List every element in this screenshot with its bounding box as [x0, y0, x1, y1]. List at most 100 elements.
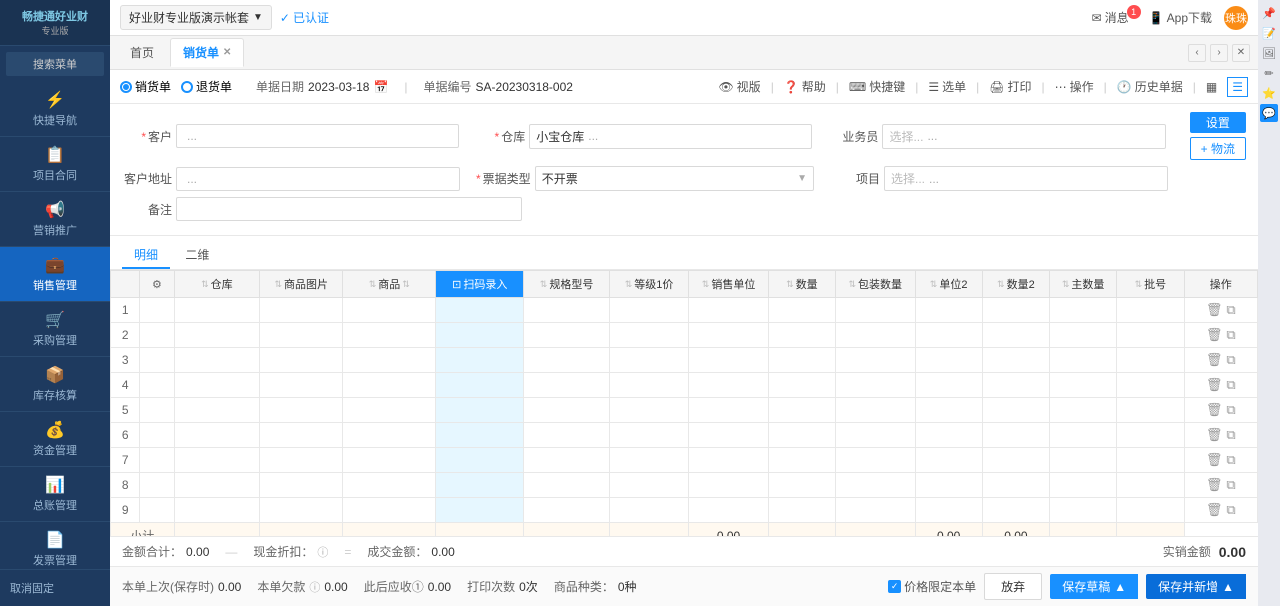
toolbar-history[interactable]: 🕐 历史单据 [1113, 76, 1187, 97]
sidebar-item-finance[interactable]: 💰 资金管理 [0, 412, 110, 467]
row-sales-unit[interactable] [689, 398, 768, 423]
row-pack-qty[interactable] [836, 473, 915, 498]
row-qty2[interactable] [982, 423, 1049, 448]
row-copy-button[interactable]: ⧉ [1226, 452, 1235, 468]
row-import[interactable] [436, 498, 524, 523]
row-warehouse[interactable] [174, 423, 260, 448]
row-spec[interactable] [524, 398, 610, 423]
sidebar-item-invoice[interactable]: 📄 发票管理 [0, 522, 110, 569]
row-delete-button[interactable]: 🗑 [1206, 452, 1223, 468]
row-warehouse[interactable] [174, 498, 260, 523]
price-checkbox[interactable] [888, 580, 901, 593]
row-batch[interactable] [1117, 373, 1184, 398]
right-panel-icon-6[interactable]: 💬 [1260, 104, 1278, 122]
row-copy-button[interactable]: ⧉ [1226, 402, 1235, 418]
row-batch[interactable] [1117, 298, 1184, 323]
row-import[interactable] [436, 398, 524, 423]
row-qty[interactable] [768, 373, 835, 398]
row-copy-button[interactable]: ⧉ [1226, 502, 1235, 518]
row-price1[interactable] [609, 323, 688, 348]
row-copy-button[interactable]: ⧉ [1226, 477, 1235, 493]
remark-input[interactable] [176, 197, 522, 221]
row-copy-button[interactable]: ⧉ [1226, 327, 1235, 343]
row-unit2[interactable] [915, 473, 982, 498]
row-batch[interactable] [1117, 473, 1184, 498]
row-qty[interactable] [768, 323, 835, 348]
abandon-button[interactable]: 放弃 [984, 573, 1042, 600]
row-product-img[interactable] [260, 423, 343, 448]
tab-detail-list[interactable]: 明细 [122, 242, 170, 269]
calendar-icon[interactable]: 📅 [373, 80, 388, 94]
row-sales-unit[interactable] [689, 448, 768, 473]
row-unit2[interactable] [915, 398, 982, 423]
row-sales-unit[interactable] [689, 323, 768, 348]
row-spec[interactable] [524, 423, 610, 448]
row-main-qty[interactable] [1050, 398, 1117, 423]
toolbar-view[interactable]: 👁 视版 [714, 76, 764, 97]
warehouse-input[interactable]: 小宝仓库 ... [529, 124, 812, 149]
row-import[interactable] [436, 473, 524, 498]
row-warehouse[interactable] [174, 398, 260, 423]
tab-close-icon[interactable]: ✕ [223, 47, 231, 58]
row-qty2[interactable] [982, 473, 1049, 498]
row-pack-qty[interactable] [836, 373, 915, 398]
row-product-img[interactable] [260, 348, 343, 373]
row-pack-qty[interactable] [836, 423, 915, 448]
row-qty[interactable] [768, 423, 835, 448]
tab-detail-2d[interactable]: 二维 [173, 242, 221, 269]
row-qty2[interactable] [982, 348, 1049, 373]
sidebar-item-sales[interactable]: 💼 销售管理 [0, 247, 110, 302]
row-import[interactable] [436, 423, 524, 448]
row-unit2[interactable] [915, 448, 982, 473]
row-spec[interactable] [524, 348, 610, 373]
row-delete-button[interactable]: 🗑 [1206, 377, 1223, 393]
row-sales-unit[interactable] [689, 498, 768, 523]
row-qty[interactable] [768, 398, 835, 423]
row-pack-qty[interactable] [836, 323, 915, 348]
sidebar-item-purchase[interactable]: 🛒 采购管理 [0, 302, 110, 357]
row-price1[interactable] [609, 473, 688, 498]
row-delete-button[interactable]: 🗑 [1206, 352, 1223, 368]
invoice-select[interactable]: 不开票 ▼ [535, 166, 814, 191]
row-price1[interactable] [609, 498, 688, 523]
toolbar-shortcut[interactable]: ⌨ 快捷键 [845, 76, 909, 97]
row-product-img[interactable] [260, 498, 343, 523]
row-delete-button[interactable]: 🗑 [1206, 302, 1223, 318]
row-product[interactable] [343, 398, 436, 423]
project-dots[interactable]: ... [929, 172, 939, 186]
row-main-qty[interactable] [1050, 348, 1117, 373]
row-qty[interactable] [768, 448, 835, 473]
row-delete-button[interactable]: 🗑 [1206, 427, 1223, 443]
row-import[interactable] [436, 373, 524, 398]
company-selector[interactable]: 好业财专业版演示帐套 ▼ [120, 5, 272, 30]
row-import[interactable] [436, 348, 524, 373]
row-unit2[interactable] [915, 373, 982, 398]
row-product-img[interactable] [260, 448, 343, 473]
toolbar-help[interactable]: ❓ 帮助 [780, 76, 830, 97]
customer-dots[interactable]: ... [187, 129, 197, 143]
tab-prev-button[interactable]: ‹ [1188, 44, 1206, 62]
row-delete-button[interactable]: 🗑 [1206, 402, 1223, 418]
row-warehouse[interactable] [174, 373, 260, 398]
row-warehouse[interactable] [174, 298, 260, 323]
row-main-qty[interactable] [1050, 373, 1117, 398]
row-price1[interactable] [609, 373, 688, 398]
row-batch[interactable] [1117, 423, 1184, 448]
user-avatar[interactable]: 珠珠 [1224, 6, 1248, 30]
salesperson-dots[interactable]: ... [927, 129, 937, 143]
message-button[interactable]: ✉ 消息 1 [1084, 9, 1137, 26]
row-product-img[interactable] [260, 398, 343, 423]
tab-close-all-button[interactable]: ✕ [1232, 44, 1250, 62]
row-unit2[interactable] [915, 298, 982, 323]
row-product[interactable] [343, 423, 436, 448]
tab-next-button[interactable]: › [1210, 44, 1228, 62]
row-warehouse[interactable] [174, 348, 260, 373]
row-spec[interactable] [524, 498, 610, 523]
info-icon[interactable]: ⓘ [317, 544, 328, 560]
row-pack-qty[interactable] [836, 448, 915, 473]
row-batch[interactable] [1117, 323, 1184, 348]
row-product[interactable] [343, 473, 436, 498]
sidebar-item-inventory[interactable]: 📦 库存核算 [0, 357, 110, 412]
row-import[interactable] [436, 298, 524, 323]
row-batch[interactable] [1117, 398, 1184, 423]
